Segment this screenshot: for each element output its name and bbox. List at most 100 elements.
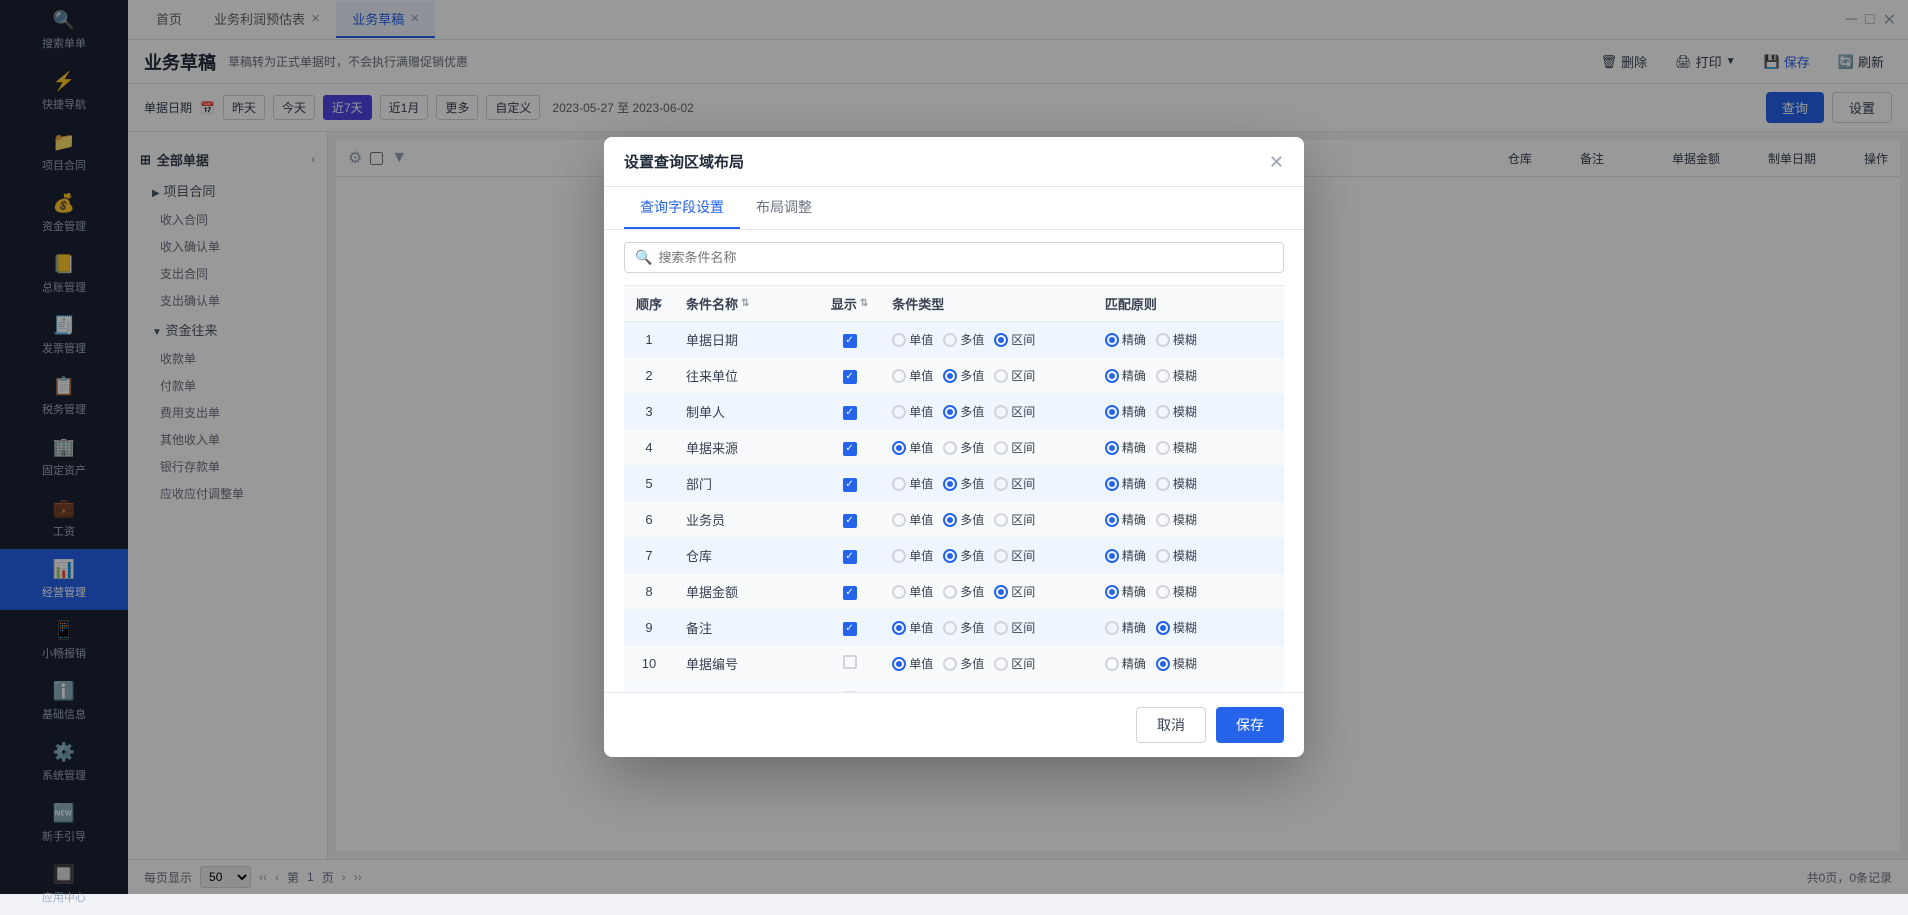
match-fuzzy-radio[interactable]: 模糊 (1156, 619, 1197, 636)
type-multi-radio[interactable]: 多值 (943, 367, 984, 384)
type-range-radio[interactable]: 区间 (994, 583, 1035, 600)
match-precise-radio[interactable]: 精确 (1105, 655, 1146, 672)
type-multi-radio[interactable]: 多值 (943, 547, 984, 564)
modal-close-icon[interactable]: ✕ (1269, 153, 1284, 171)
match-fuzzy-radio[interactable]: 模糊 (1156, 583, 1197, 600)
display-checkbox[interactable]: ✓ (843, 586, 857, 600)
match-fuzzy-radio[interactable]: 模糊 (1156, 691, 1197, 692)
match-precise-radio[interactable]: 精确 (1105, 619, 1146, 636)
type-single-radio[interactable]: 单值 (892, 619, 933, 636)
display-checkbox[interactable]: ✓ (843, 478, 857, 492)
type-range-radio[interactable]: 区间 (994, 439, 1035, 456)
cell-display[interactable]: ✓ (819, 466, 880, 502)
type-single-radio[interactable]: 单值 (892, 331, 933, 348)
type-single-radio[interactable]: 单值 (892, 511, 933, 528)
type-range-radio[interactable]: 区间 (994, 619, 1035, 636)
match-precise-radio[interactable]: 精确 (1105, 403, 1146, 420)
match-fuzzy-radio[interactable]: 模糊 (1156, 331, 1197, 348)
type-single-radio[interactable]: 单值 (892, 439, 933, 456)
type-single-radio[interactable]: 单值 (892, 583, 933, 600)
cell-name: 单据金额 (674, 574, 819, 610)
display-checkbox[interactable]: ✓ (843, 442, 857, 456)
search-conditions-input[interactable] (658, 250, 1273, 265)
match-precise-radio[interactable]: 精确 (1105, 439, 1146, 456)
modal-overlay[interactable]: 设置查询区域布局 ✕ 查询字段设置 布局调整 🔍 (0, 0, 1908, 894)
match-precise-radio[interactable]: 精确 (1105, 331, 1146, 348)
match-fuzzy-radio[interactable]: 模糊 (1156, 439, 1197, 456)
cell-display[interactable]: ✓ (819, 358, 880, 394)
display-checkbox[interactable]: ✓ (843, 334, 857, 348)
save-button[interactable]: 保存 (1216, 707, 1284, 743)
type-range-radio[interactable]: 区间 (994, 547, 1035, 564)
table-row: 3 制单人 ✓ 单值 多值 (624, 394, 1284, 430)
modal-tab-layout[interactable]: 布局调整 (740, 187, 828, 229)
type-multi-radio[interactable]: 多值 (943, 439, 984, 456)
display-checkbox[interactable]: ✓ (843, 370, 857, 384)
table-row: 9 备注 ✓ 单值 多值 (624, 610, 1284, 646)
radio-circle (943, 333, 957, 347)
match-precise-radio[interactable]: 精确 (1105, 691, 1146, 692)
radio-circle (1156, 585, 1170, 599)
table-row: 7 仓库 ✓ 单值 多值 (624, 538, 1284, 574)
match-fuzzy-radio[interactable]: 模糊 (1156, 367, 1197, 384)
match-precise-radio[interactable]: 精确 (1105, 475, 1146, 492)
type-range-radio[interactable]: 区间 (994, 367, 1035, 384)
type-multi-radio[interactable]: 多值 (943, 511, 984, 528)
display-checkbox[interactable]: ✓ (843, 550, 857, 564)
match-precise-radio[interactable]: 精确 (1105, 547, 1146, 564)
type-range-radio[interactable]: 区间 (994, 691, 1035, 692)
type-single-radio[interactable]: 单值 (892, 475, 933, 492)
cell-display[interactable]: ✓ (819, 322, 880, 358)
cell-display[interactable] (819, 646, 880, 682)
type-single-radio[interactable]: 单值 (892, 655, 933, 672)
match-fuzzy-radio[interactable]: 模糊 (1156, 547, 1197, 564)
modal-tab-field-settings[interactable]: 查询字段设置 (624, 187, 740, 229)
type-multi-radio[interactable]: 多值 (943, 475, 984, 492)
radio-circle (943, 405, 957, 419)
match-precise-radio[interactable]: 精确 (1105, 583, 1146, 600)
cancel-button[interactable]: 取消 (1136, 707, 1206, 743)
display-checkbox[interactable]: ✓ (843, 622, 857, 636)
match-fuzzy-radio[interactable]: 模糊 (1156, 475, 1197, 492)
display-checkbox[interactable] (843, 655, 857, 669)
type-single-radio[interactable]: 单值 (892, 403, 933, 420)
type-single-radio[interactable]: 单值 (892, 547, 933, 564)
type-range-radio[interactable]: 区间 (994, 511, 1035, 528)
match-fuzzy-radio[interactable]: 模糊 (1156, 403, 1197, 420)
display-checkbox[interactable]: ✓ (843, 514, 857, 528)
display-checkbox[interactable]: ✓ (843, 406, 857, 420)
type-multi-radio[interactable]: 多值 (943, 655, 984, 672)
match-fuzzy-radio[interactable]: 模糊 (1156, 511, 1197, 528)
cell-name: 备注 (674, 610, 819, 646)
cell-display[interactable]: ✓ (819, 430, 880, 466)
radio-circle (892, 441, 906, 455)
type-range-radio[interactable]: 区间 (994, 655, 1035, 672)
type-multi-radio[interactable]: 多值 (943, 619, 984, 636)
cell-display[interactable]: ✓ (819, 394, 880, 430)
type-multi-radio[interactable]: 多值 (943, 691, 984, 692)
modal-tab-layout-label: 布局调整 (756, 199, 812, 215)
cell-name: 单据编号 (674, 646, 819, 682)
type-multi-radio[interactable]: 多值 (943, 583, 984, 600)
type-multi-radio[interactable]: 多值 (943, 403, 984, 420)
display-checkbox[interactable] (843, 691, 857, 692)
cell-display[interactable]: ✓ (819, 610, 880, 646)
match-precise-radio[interactable]: 精确 (1105, 367, 1146, 384)
match-precise-radio[interactable]: 精确 (1105, 511, 1146, 528)
radio-circle (1105, 657, 1119, 671)
cell-display[interactable]: ✓ (819, 502, 880, 538)
cell-display[interactable]: ✓ (819, 538, 880, 574)
cell-display[interactable]: ✓ (819, 574, 880, 610)
radio-circle (943, 549, 957, 563)
cell-name: 单据日期2 (674, 682, 819, 693)
match-fuzzy-radio[interactable]: 模糊 (1156, 655, 1197, 672)
type-range-radio[interactable]: 区间 (994, 403, 1035, 420)
type-range-radio[interactable]: 区间 (994, 331, 1035, 348)
type-range-radio[interactable]: 区间 (994, 475, 1035, 492)
type-single-radio[interactable]: 单值 (892, 691, 933, 692)
type-single-radio[interactable]: 单值 (892, 367, 933, 384)
cell-display[interactable] (819, 682, 880, 693)
type-multi-radio[interactable]: 多值 (943, 331, 984, 348)
cell-order: 11 (624, 682, 674, 693)
radio-circle (943, 585, 957, 599)
